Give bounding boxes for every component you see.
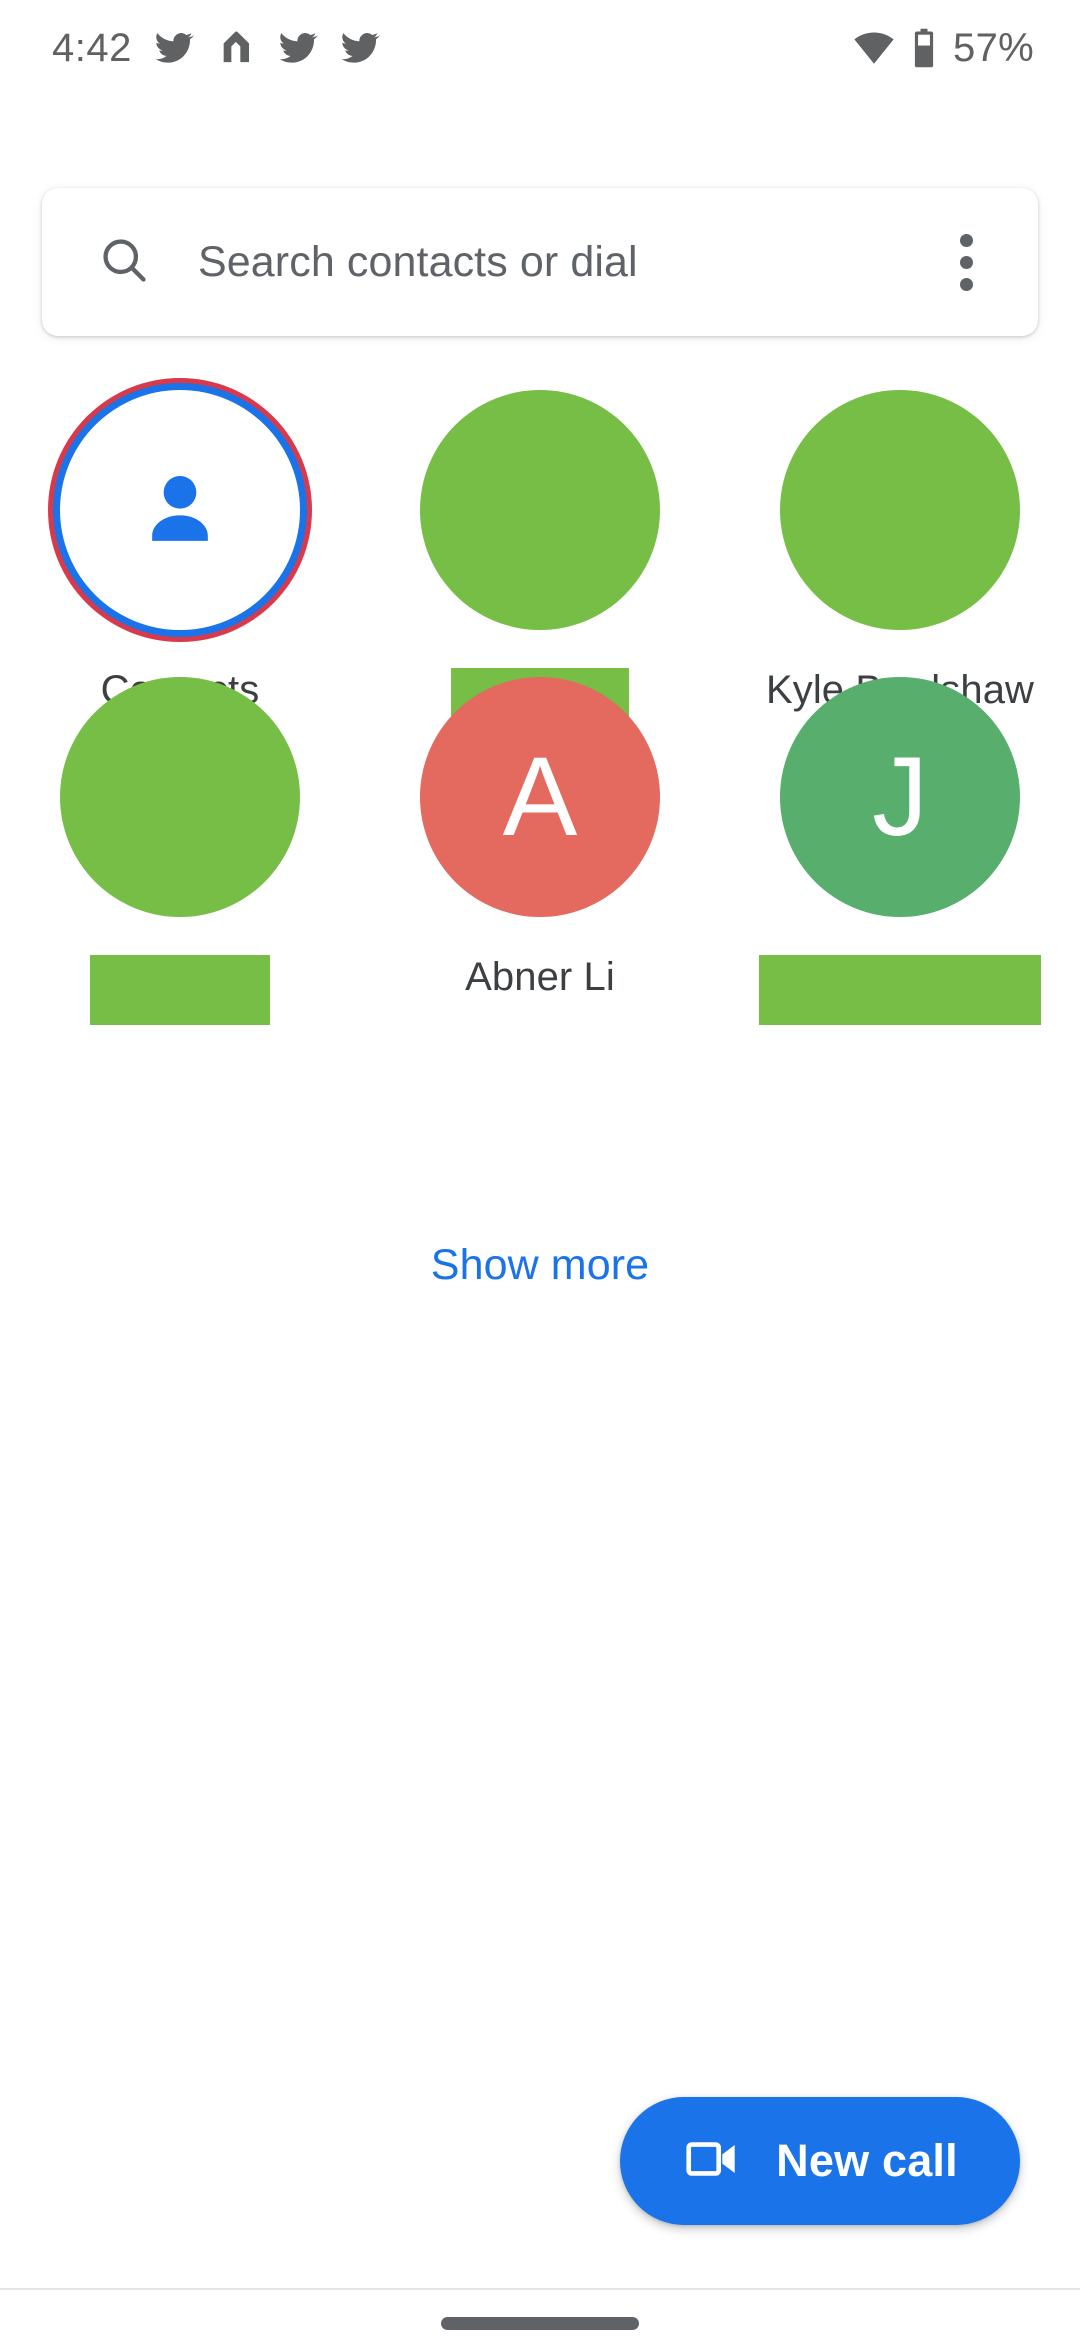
contact-cell-redacted-3[interactable]: J <box>720 677 1080 1025</box>
battery-icon <box>914 28 934 68</box>
search-bar[interactable]: Search contacts or dial <box>42 188 1038 336</box>
contact-cell-abner-li[interactable]: A Abner Li <box>360 677 720 1025</box>
twitter-bird-icon <box>279 33 318 63</box>
avatar-initial: J <box>872 734 928 859</box>
google-nest-icon <box>223 31 249 63</box>
wifi-icon <box>854 32 894 64</box>
twitter-bird-icon <box>341 33 380 63</box>
contacts-grid-row-2: A Abner Li J <box>0 677 1080 1025</box>
contact-label: Abner Li <box>465 955 615 999</box>
phone-screen: 4:42 57% Search contacts or dial Kyle A … <box>0 0 1080 2340</box>
person-icon <box>152 475 208 541</box>
contact-avatar-redacted[interactable] <box>420 390 660 630</box>
contact-label-redacted <box>90 955 270 1025</box>
avatar-initial: A <box>502 734 578 859</box>
navigation-bar <box>0 2290 1080 2340</box>
video-camera-icon <box>682 2128 744 2195</box>
home-gesture-bar[interactable] <box>441 2316 639 2330</box>
more-vert-icon[interactable] <box>930 217 1002 307</box>
status-bar: 4:42 57% <box>0 0 1080 96</box>
contacts-avatar[interactable] <box>60 390 300 630</box>
status-bar-left: 4:42 <box>52 26 380 71</box>
contact-avatar-redacted[interactable] <box>60 677 300 917</box>
contact-avatar-initial[interactable]: J <box>780 677 1020 917</box>
show-more-button[interactable]: Show more <box>0 1241 1080 1290</box>
new-call-label: New call <box>776 2135 958 2186</box>
status-bar-right: 57% <box>853 26 1034 71</box>
contact-cell-redacted-2[interactable] <box>0 677 360 1025</box>
battery-percentage: 57% <box>953 25 1034 70</box>
search-input[interactable]: Search contacts or dial <box>198 238 930 287</box>
contact-label-redacted <box>759 955 1041 1025</box>
contact-avatar-redacted[interactable] <box>780 390 1020 630</box>
search-icon <box>98 234 150 291</box>
status-bar-clock: 4:42 <box>52 25 132 70</box>
new-call-button[interactable]: New call <box>620 2097 1020 2225</box>
contact-avatar-initial[interactable]: A <box>420 677 660 917</box>
twitter-bird-icon <box>155 33 194 63</box>
